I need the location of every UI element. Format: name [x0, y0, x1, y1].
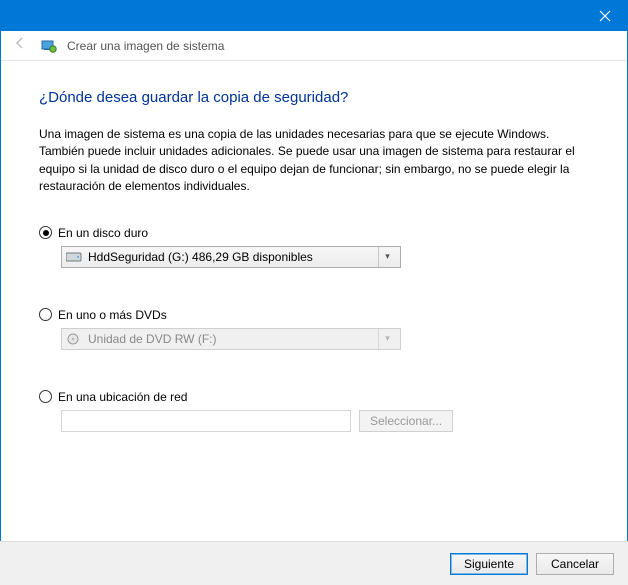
- wizard-header: Crear una imagen de sistema: [1, 31, 627, 61]
- chevron-down-icon: ▾: [378, 247, 396, 267]
- option-dvd: En uno o más DVDs Unidad de DVD RW (F:) …: [39, 308, 589, 350]
- browse-button: Seleccionar...: [359, 410, 453, 432]
- back-arrow-icon: [13, 36, 27, 50]
- radio-label: En uno o más DVDs: [58, 308, 167, 322]
- chevron-down-icon: ▾: [378, 329, 396, 349]
- close-button[interactable]: [582, 1, 627, 31]
- system-image-icon: [41, 38, 57, 54]
- dvd-selected: Unidad de DVD RW (F:): [88, 332, 374, 346]
- dvd-drive-icon: [66, 333, 82, 345]
- hard-drive-icon: [66, 251, 82, 263]
- radio-hard-drive[interactable]: En un disco duro: [39, 226, 589, 240]
- back-button[interactable]: [9, 36, 31, 55]
- radio-label: En un disco duro: [58, 226, 148, 240]
- page-title: ¿Dónde desea guardar la copia de segurid…: [39, 89, 589, 106]
- next-button[interactable]: Siguiente: [450, 553, 528, 575]
- hard-drive-selected: HddSeguridad (G:) 486,29 GB disponibles: [88, 250, 374, 264]
- cancel-button[interactable]: Cancelar: [536, 553, 614, 575]
- page-description: Una imagen de sistema es una copia de la…: [39, 126, 579, 196]
- content-area: ¿Dónde desea guardar la copia de segurid…: [1, 61, 627, 482]
- hard-drive-select[interactable]: HddSeguridad (G:) 486,29 GB disponibles …: [61, 246, 401, 268]
- radio-network[interactable]: En una ubicación de red: [39, 390, 589, 404]
- radio-label: En una ubicación de red: [58, 390, 187, 404]
- radio-icon: [39, 390, 52, 403]
- radio-icon: [39, 308, 52, 321]
- titlebar: [1, 1, 627, 31]
- option-hard-drive: En un disco duro HddSeguridad (G:) 486,2…: [39, 226, 589, 268]
- close-icon: [599, 10, 611, 22]
- wizard-footer: Siguiente Cancelar: [0, 541, 628, 585]
- window-title: Crear una imagen de sistema: [67, 39, 224, 53]
- option-network: En una ubicación de red Seleccionar...: [39, 390, 589, 432]
- network-path-input[interactable]: [61, 410, 351, 432]
- radio-icon: [39, 226, 52, 239]
- dvd-select: Unidad de DVD RW (F:) ▾: [61, 328, 401, 350]
- radio-dvd[interactable]: En uno o más DVDs: [39, 308, 589, 322]
